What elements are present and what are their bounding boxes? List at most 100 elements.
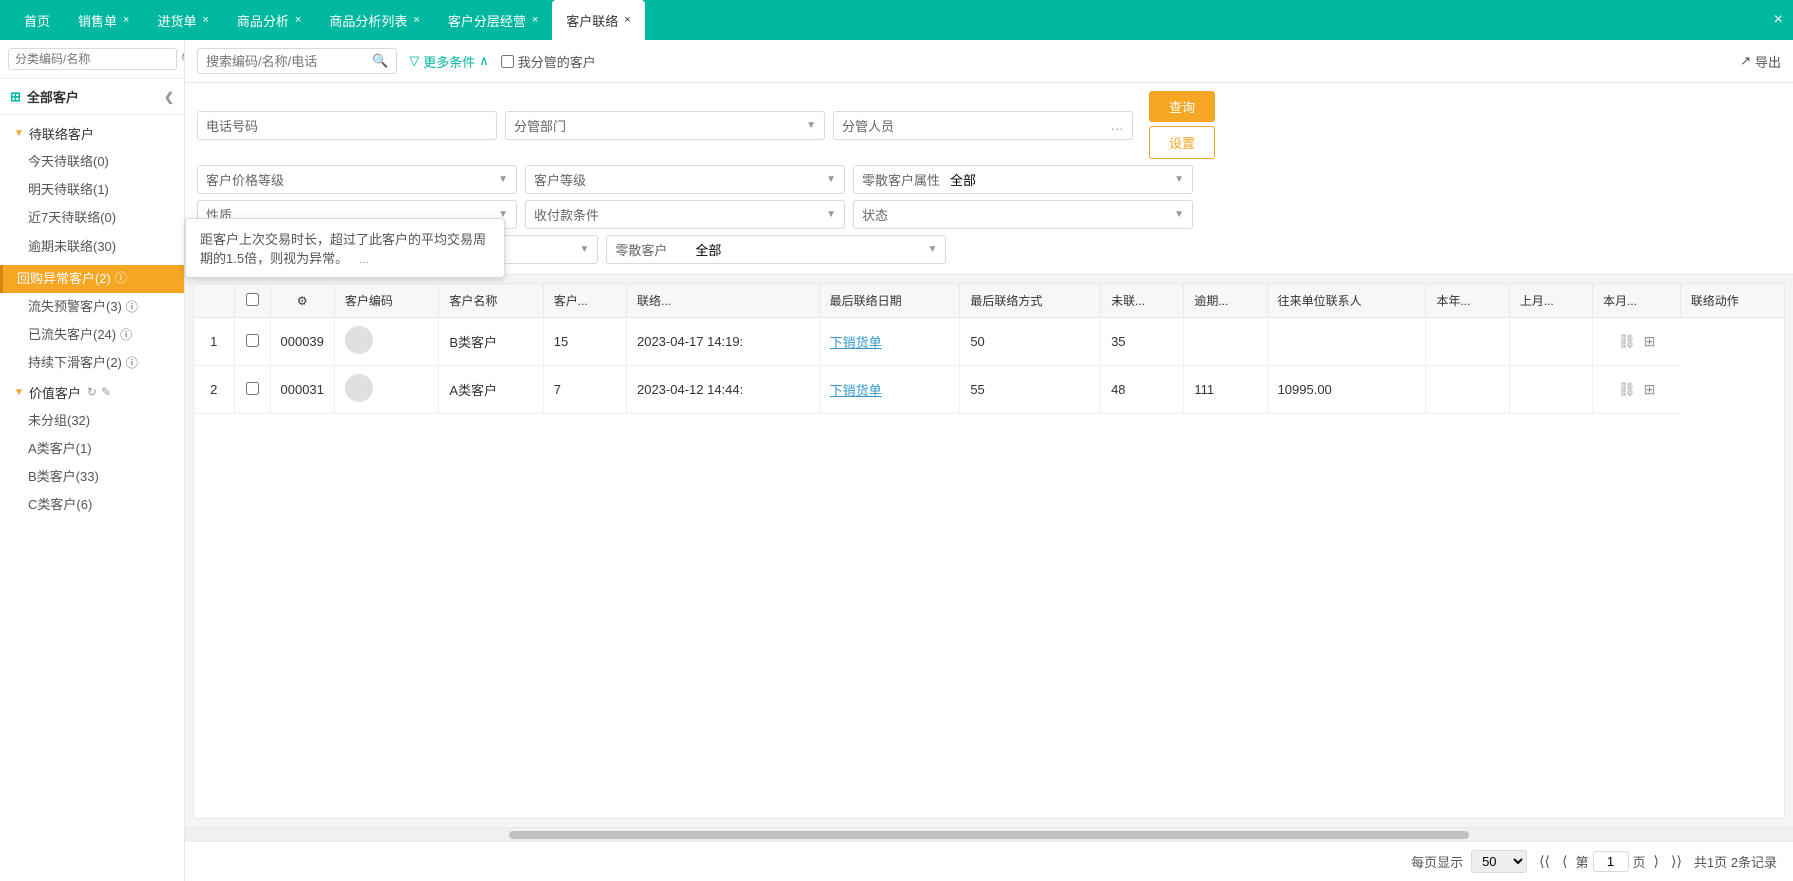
sidebar-7days[interactable]: 近7天待联络(0) [0,204,184,232]
nav-customer-contact[interactable]: 客户联络 × [552,0,644,40]
phone-label: 电话号码 [206,116,276,135]
status-select[interactable]: 状态 ▼ [853,200,1193,229]
col-num-header [194,284,234,318]
col-settings-header[interactable]: ⚙ [270,284,334,318]
retail-attr-field: 零散客户属性 全部 ▼ [853,165,1193,194]
dept-arrow: ▼ [806,120,816,131]
value-customers-header[interactable]: ▼ 价值客户 ↻ ✎ [0,378,184,407]
collapse-icon[interactable]: ❮ [164,90,174,104]
search-input[interactable] [206,54,366,69]
my-customers-checkbox-label[interactable]: 我分管的客户 [501,52,596,71]
sidebar-lost-warning[interactable]: 流失预警客户(3) ⓘ [0,293,184,321]
manager-more-icon[interactable]: … [1110,117,1124,133]
page-number-input[interactable]: 1 [1593,851,1629,872]
cell-overdue: 35 [1101,318,1184,366]
sidebar-ungrouped[interactable]: 未分组(32) [0,407,184,435]
sidebar-c-class[interactable]: C类客户(6) [0,491,184,519]
nav-product-analysis-close[interactable]: × [295,14,301,26]
nav-product-list[interactable]: 商品分析列表 × [315,0,433,40]
link-icon[interactable]: ⛓ [1618,333,1636,350]
sidebar-already-lost[interactable]: 已流失客户(24) ⓘ [0,321,184,349]
next-page-btn[interactable]: ⟩ [1650,851,1663,872]
more-conditions-btn[interactable]: ▽ 更多条件 ∧ [409,52,489,71]
pending-contact-label: 待联络客户 [29,124,94,143]
nav-home[interactable]: 首页 [10,0,64,40]
value-refresh-icon[interactable]: ↻ [87,385,97,399]
payment-select[interactable]: 收付款条件 ▼ [525,200,845,229]
cell-not-contact: 50 [960,318,1101,366]
sidebar-search-input[interactable] [8,48,177,70]
first-page-btn[interactable]: ⟨⟨ [1535,851,1554,872]
sidebar-all-customers[interactable]: ⊞ 全部客户 ❮ [0,79,184,115]
nav-sales-close[interactable]: × [123,14,129,26]
row-checkbox[interactable] [246,334,259,347]
qr-icon[interactable]: ⊞ [1644,333,1656,350]
last-page-btn[interactable]: ⟩⟩ [1667,851,1686,872]
phone-input[interactable] [280,118,488,133]
cell-last-method[interactable]: 下销货单 [819,366,960,414]
link-icon[interactable]: ⛓ [1618,381,1636,398]
price-level-arrow: ▼ [498,174,508,185]
per-page-select[interactable]: 50 20 100 [1471,850,1527,873]
manager-input[interactable] [916,118,1106,133]
sidebar-b-class[interactable]: B类客户(33) [0,463,184,491]
col-not-contact-header: 未联... [1101,284,1184,318]
total-records-info: 共1页 2条记录 [1694,852,1777,871]
cell-check[interactable] [234,318,270,366]
nav-customer-tier-close[interactable]: × [532,14,538,26]
col-unit-contact-header: 往来单位联系人 [1267,284,1426,318]
my-customers-checkbox[interactable] [501,55,514,68]
price-level-label: 客户价格等级 [206,170,284,189]
export-btn[interactable]: ↗ 导出 [1740,52,1781,71]
settings-btn[interactable]: 设置 [1149,126,1215,159]
contact-method-link[interactable]: 下销货单 [830,383,882,398]
nav-product-list-label: 商品分析列表 [329,11,407,30]
sidebar-repurchase-anomaly[interactable]: 回购异常客户(2) ⓘ [0,265,184,293]
nav-sales[interactable]: 销售单 × [64,0,143,40]
search-icon[interactable]: 🔍 [372,53,388,69]
col-last-month-header: 上月... [1509,284,1592,318]
horizontal-scrollbar[interactable] [185,827,1793,841]
pending-contact-header[interactable]: ▼ 待联络客户 [0,119,184,148]
sidebar-search-area: 🔍 [0,40,184,79]
cell-unit-contact [1184,318,1267,366]
price-level-select[interactable]: 客户价格等级 ▼ [197,165,517,194]
qr-icon[interactable]: ⊞ [1644,381,1656,398]
query-btn[interactable]: 查询 [1149,91,1215,122]
lost-info-icon[interactable]: ⓘ [126,299,138,316]
nav-home-label: 首页 [24,11,50,30]
value-triangle-icon: ▼ [14,387,24,398]
customer-level-select[interactable]: 客户等级 ▼ [525,165,845,194]
nav-purchase-close[interactable]: × [202,14,208,26]
nav-product-list-close[interactable]: × [413,14,419,26]
select-all-checkbox[interactable] [246,293,259,306]
scroll-thumb[interactable] [509,831,1469,839]
filter-bar-top: 🔍 ▽ 更多条件 ∧ 我分管的客户 ↗ 导出 [185,40,1793,83]
already-lost-info-icon[interactable]: ⓘ [120,327,132,344]
nav-purchase[interactable]: 进货单 × [143,0,222,40]
value-edit-icon[interactable]: ✎ [101,385,111,399]
phone-field: 电话号码 [197,111,497,140]
nav-customer-contact-close[interactable]: × [624,14,630,26]
sidebar-today[interactable]: 今天待联络(0) [0,148,184,176]
nav-close-all[interactable]: × [1774,11,1783,29]
sidebar-tomorrow[interactable]: 明天待联络(1) [0,176,184,204]
cell-last-method[interactable]: 下销货单 [819,318,960,366]
cell-not-contact: 55 [960,366,1101,414]
cell-this-month [1509,366,1592,414]
sidebar-continue-down[interactable]: 持续下滑客户(2) ⓘ [0,349,184,377]
contact-method-link[interactable]: 下销货单 [830,335,882,350]
action-icons-group: ⛓⊞ [1603,381,1670,398]
sidebar-overdue[interactable]: 逾期未联络(30) [0,233,184,261]
sidebar-a-class[interactable]: A类客户(1) [0,435,184,463]
prev-page-btn[interactable]: ⟨ [1558,851,1571,872]
tooltip-dots[interactable]: ... [359,254,368,266]
row-checkbox[interactable] [246,382,259,395]
nav-product-analysis[interactable]: 商品分析 × [223,0,315,40]
dept-select[interactable]: 分管部门 ▼ [505,111,825,140]
payment-label: 收付款条件 [534,205,604,224]
continue-down-info-icon[interactable]: ⓘ [126,355,138,372]
nav-customer-tier[interactable]: 客户分层经营 × [434,0,552,40]
repurchase-info-icon[interactable]: ⓘ [115,270,127,287]
cell-check[interactable] [234,366,270,414]
